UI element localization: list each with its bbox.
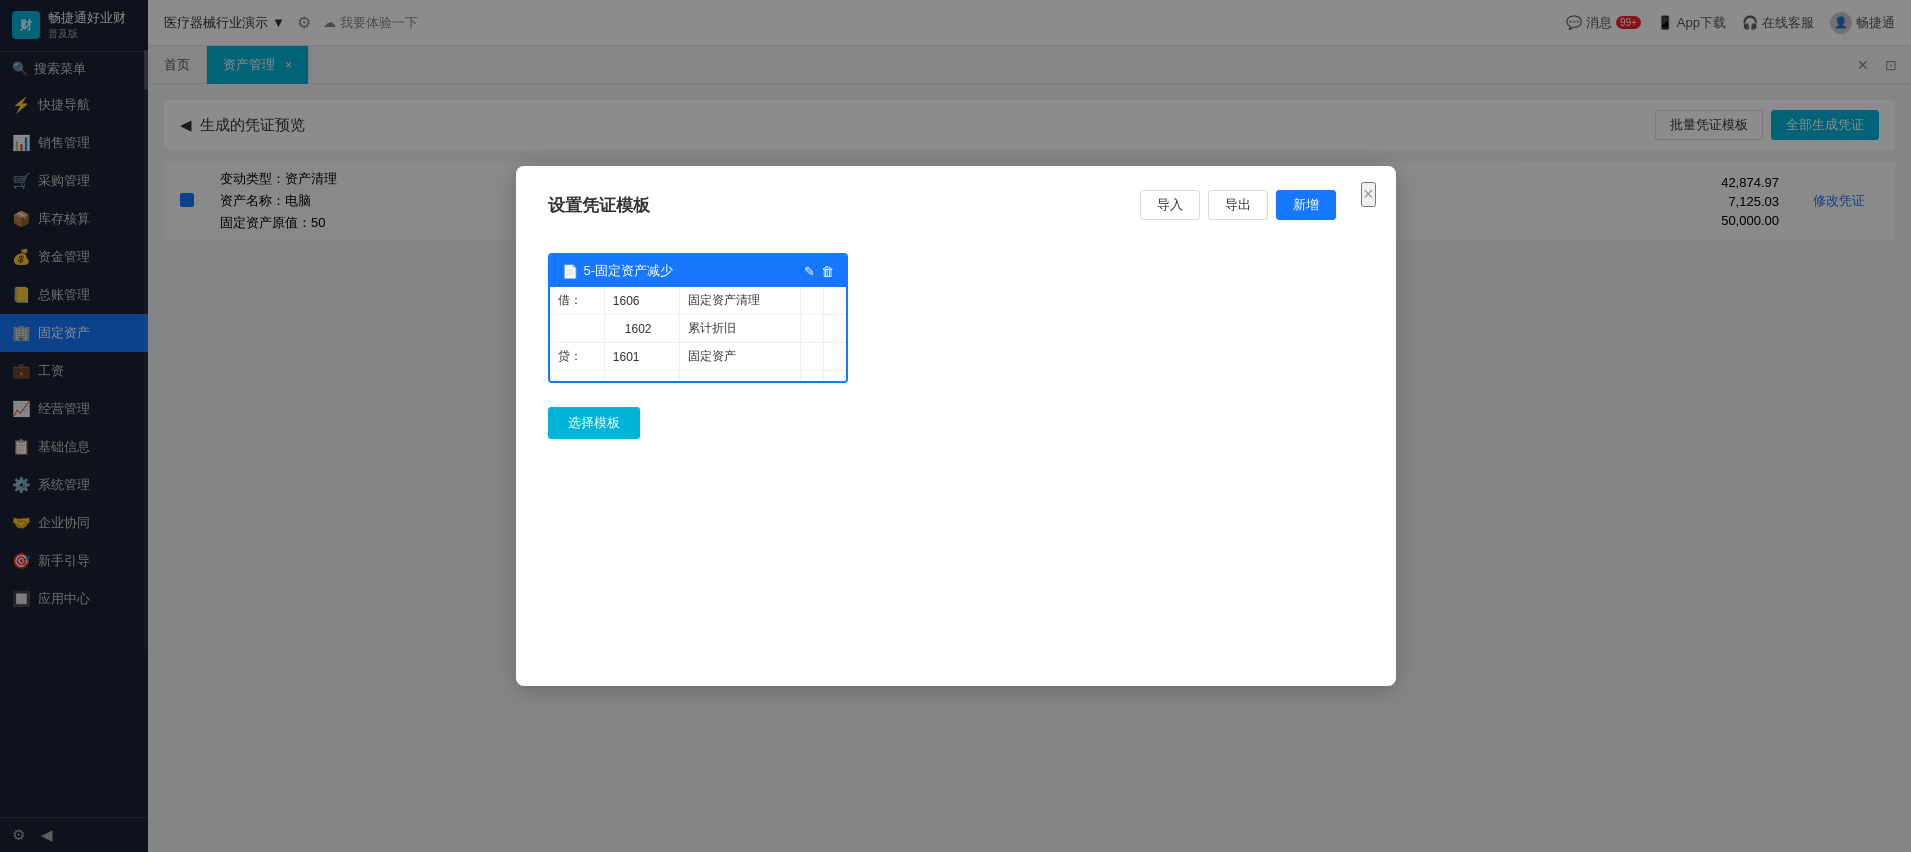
template-row-name-2: 固定资产 bbox=[680, 343, 800, 371]
template-row-3 bbox=[550, 371, 846, 382]
template-card-header: 📄 5-固定资产减少 ✎ 🗑 bbox=[550, 255, 846, 287]
template-area: 📄 5-固定资产减少 ✎ 🗑 借： 1606 固定资产清理 bbox=[548, 237, 1364, 447]
template-row-code-3 bbox=[604, 371, 679, 382]
template-card: 📄 5-固定资产减少 ✎ 🗑 借： 1606 固定资产清理 bbox=[548, 253, 848, 383]
modal-set-voucher-template: × 设置凭证模板 导入 导出 新增 📄 5-固定资产减少 ✎ 🗑 bbox=[516, 166, 1396, 686]
template-row-name-3 bbox=[680, 371, 800, 382]
select-template-btn[interactable]: 选择模板 bbox=[548, 407, 640, 439]
template-row-type-1 bbox=[550, 315, 605, 343]
template-row-col3-1 bbox=[800, 315, 823, 343]
template-header-left: 📄 5-固定资产减少 bbox=[562, 262, 674, 280]
template-row-code-2: 1601 bbox=[604, 343, 679, 371]
template-row-code-1: 1602 bbox=[604, 315, 679, 343]
template-row-col4-2 bbox=[823, 343, 845, 371]
template-row-col3-3 bbox=[800, 371, 823, 382]
template-header-actions: ✎ 🗑 bbox=[804, 264, 834, 279]
template-header-label: 5-固定资产减少 bbox=[584, 262, 674, 280]
template-card-body: 借： 1606 固定资产清理 1602 累计折旧 bbox=[550, 287, 846, 381]
template-row-name-0: 固定资产清理 bbox=[680, 287, 800, 315]
template-row-2: 贷： 1601 固定资产 bbox=[550, 343, 846, 371]
template-delete-icon[interactable]: 🗑 bbox=[821, 264, 834, 279]
template-row-col3-0 bbox=[800, 287, 823, 315]
template-table: 借： 1606 固定资产清理 1602 累计折旧 bbox=[550, 287, 846, 381]
template-row-col4-1 bbox=[823, 315, 845, 343]
template-row-0: 借： 1606 固定资产清理 bbox=[550, 287, 846, 315]
template-row-type-3 bbox=[550, 371, 605, 382]
template-row-code-0: 1606 bbox=[604, 287, 679, 315]
export-btn[interactable]: 导出 bbox=[1208, 190, 1268, 220]
template-row-name-1: 累计折旧 bbox=[680, 315, 800, 343]
template-doc-icon: 📄 bbox=[562, 264, 578, 279]
template-row-col4-0 bbox=[823, 287, 845, 315]
modal-toolbar: 导入 导出 新增 bbox=[1140, 190, 1336, 220]
new-template-btn[interactable]: 新增 bbox=[1276, 190, 1336, 220]
import-btn[interactable]: 导入 bbox=[1140, 190, 1200, 220]
template-edit-icon[interactable]: ✎ bbox=[804, 264, 815, 279]
template-row-1: 1602 累计折旧 bbox=[550, 315, 846, 343]
template-row-col3-2 bbox=[800, 343, 823, 371]
template-row-type-0: 借： bbox=[550, 287, 605, 315]
modal-close-btn[interactable]: × bbox=[1361, 182, 1376, 207]
template-row-type-2: 贷： bbox=[550, 343, 605, 371]
template-row-col4-3 bbox=[823, 371, 845, 382]
